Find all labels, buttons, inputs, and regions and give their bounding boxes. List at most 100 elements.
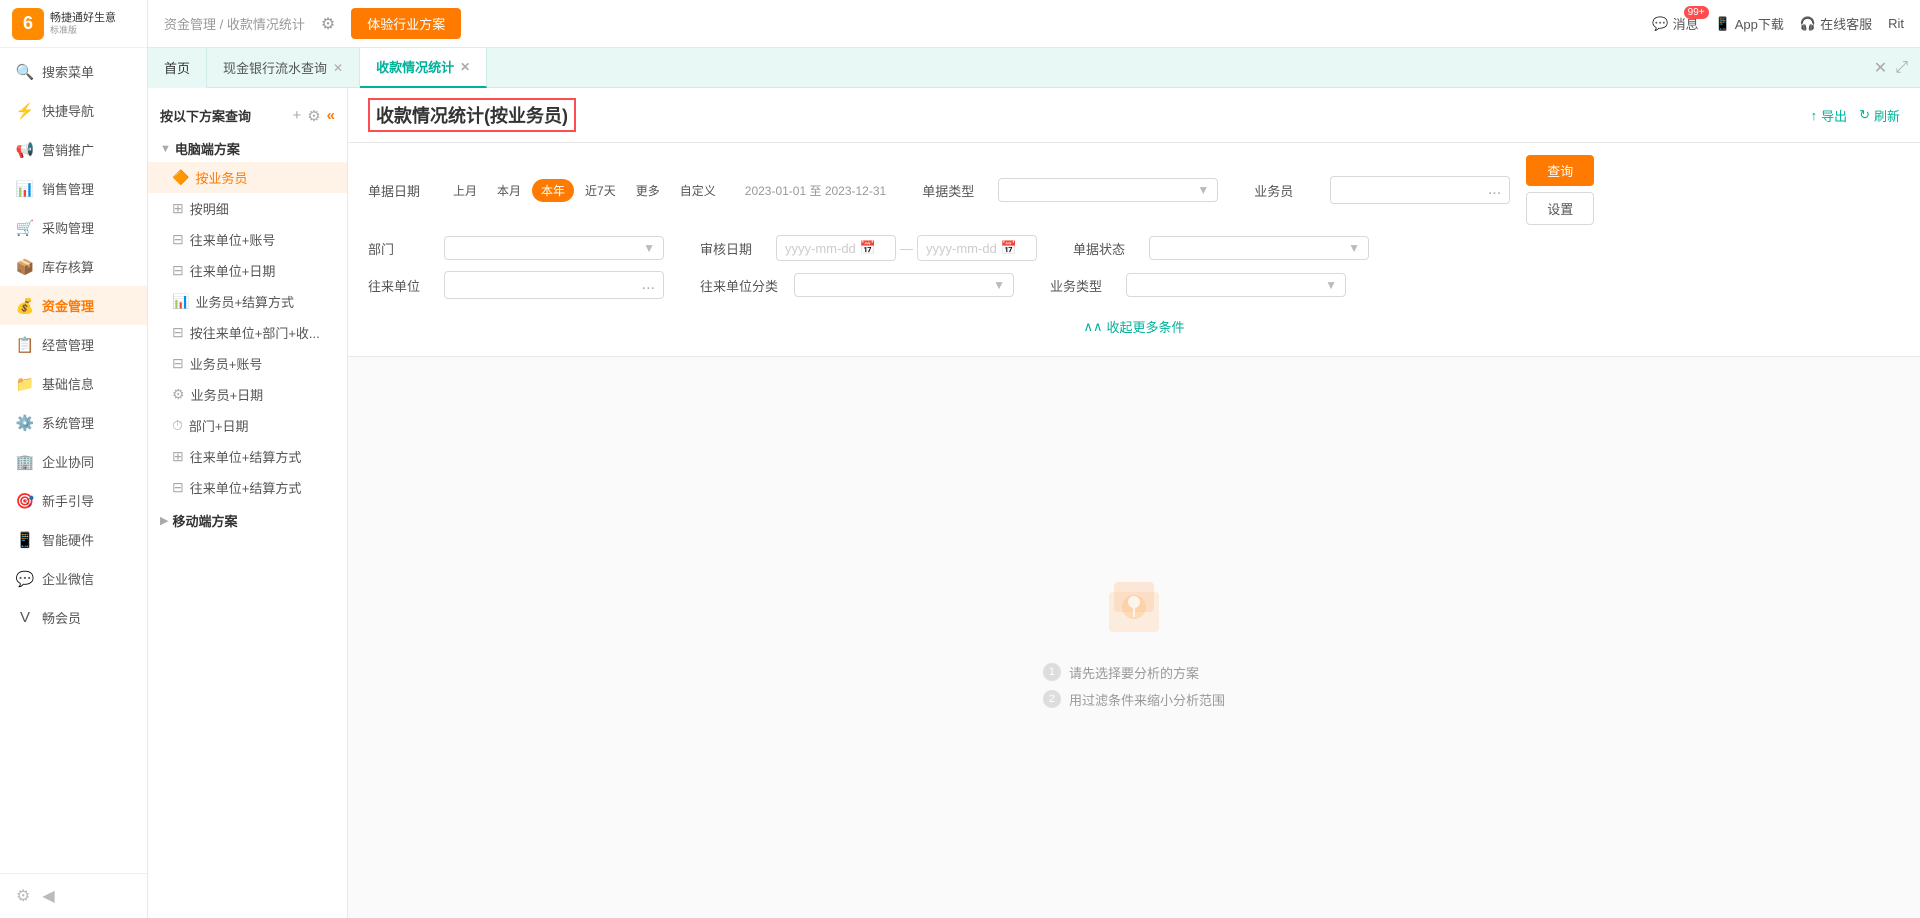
tab-bank-flow-close[interactable]: ✕ xyxy=(333,61,343,75)
filter-area: 单据日期 上月 本月 本年 近7天 更多 自定义 2023-01-01 至 20… xyxy=(348,143,1920,357)
review-date-end[interactable]: yyyy-mm-dd 📅 xyxy=(917,235,1037,261)
sidebar-item-system[interactable]: ⚙️系统管理 xyxy=(0,403,147,442)
export-btn[interactable]: ↑ 导出 xyxy=(1811,106,1848,125)
scheme-item-by-detail[interactable]: ⊞ 按明细 xyxy=(148,193,347,224)
sidebar-item-marketing[interactable]: 📢营销推广 xyxy=(0,130,147,169)
sidebar-item-guide[interactable]: 🎯新手引导 xyxy=(0,481,147,520)
add-scheme-icon[interactable]: + xyxy=(292,107,301,124)
scheme-item-sales-payment[interactable]: 📊 业务员+结算方式 xyxy=(148,286,347,317)
doc-type-select[interactable]: ▼ xyxy=(998,178,1218,202)
counterpart-select[interactable]: ... xyxy=(444,271,664,299)
collapse-sidebar-icon[interactable]: ◀ xyxy=(42,886,54,906)
sidebar-item-hardware[interactable]: 📱智能硬件 xyxy=(0,520,147,559)
sidebar-label-enterprise: 企业协同 xyxy=(42,452,94,471)
scheme-icon-unit-account: ⊟ xyxy=(172,231,184,248)
query-btn[interactable]: 查询 xyxy=(1526,155,1594,186)
tab-receipt-stats-close[interactable]: ✕ xyxy=(460,60,470,74)
filter-row-2: 部门 ▼ 审核日期 yyyy-mm-dd 📅 — yyyy-mm-dd xyxy=(368,235,1900,261)
gear-scheme-icon[interactable]: ⚙ xyxy=(307,107,320,125)
sidebar-label-purchase: 采购管理 xyxy=(42,218,94,237)
scheme-label-unit-payment1: 往来单位+结算方式 xyxy=(190,447,302,466)
page-actions: ↑ 导出 ↻ 刷新 xyxy=(1811,106,1900,125)
scheme-item-sales-account[interactable]: ⊟ 业务员+账号 xyxy=(148,348,347,379)
set-btn[interactable]: 设置 xyxy=(1526,192,1594,225)
doc-type-label: 单据类型 xyxy=(922,181,982,200)
scheme-item-dept-date[interactable]: ⏱ 部门+日期 xyxy=(148,410,347,441)
scheme-label-salesperson: 按业务员 xyxy=(195,168,247,187)
collapse-filter-btn[interactable]: ∧∧ 收起更多条件 xyxy=(1075,309,1192,344)
settings-bottom-icon[interactable]: ⚙ xyxy=(16,886,30,906)
breadcrumb: 资金管理 / 收款情况统计 xyxy=(164,14,305,33)
sidebar-item-operation[interactable]: 📋经营管理 xyxy=(0,325,147,364)
collapse-panel-icon[interactable]: « xyxy=(327,107,335,124)
sidebar-item-purchase[interactable]: 🛒采购管理 xyxy=(0,208,147,247)
sidebar-item-finance[interactable]: 💰资金管理 xyxy=(0,286,147,325)
empty-illustration xyxy=(1094,567,1174,647)
date-tabs: 上月 本月 本年 近7天 更多 自定义 xyxy=(444,179,725,202)
calendar-icon-end: 📅 xyxy=(1001,240,1017,256)
sidebar-item-search[interactable]: 🔍搜索菜单 xyxy=(0,52,147,91)
counterpart-more-icon[interactable]: ... xyxy=(642,276,655,294)
maximize-icon[interactable]: ⤢ xyxy=(1895,59,1908,77)
date-tab-last-month[interactable]: 上月 xyxy=(444,179,486,202)
date-tab-this-month[interactable]: 本月 xyxy=(488,179,530,202)
scheme-item-unit-dept-recv[interactable]: ⊟ 按往来单位+部门+收... xyxy=(148,317,347,348)
review-date-range: yyyy-mm-dd 📅 — yyyy-mm-dd 📅 xyxy=(776,235,1037,261)
date-tab-7days[interactable]: 近7天 xyxy=(576,179,625,202)
scheme-icon-unit-payment1: ⊞ xyxy=(172,448,184,465)
business-type-select[interactable]: ▼ xyxy=(1126,273,1346,297)
sidebar-item-sales[interactable]: 📊销售管理 xyxy=(0,169,147,208)
date-tab-more[interactable]: 更多 xyxy=(627,179,669,202)
sidebar-item-enterprise[interactable]: 🏢企业协同 xyxy=(0,442,147,481)
counterpart-category-select[interactable]: ▼ xyxy=(794,273,1014,297)
collapse-icon: ∧∧ xyxy=(1083,319,1102,335)
mobile-scheme-label: 移动端方案 xyxy=(172,511,237,530)
scheme-item-unit-payment2[interactable]: ⊟ 往来单位+结算方式 xyxy=(148,472,347,503)
dept-select[interactable]: ▼ xyxy=(444,236,664,260)
user-name[interactable]: Rit xyxy=(1888,16,1904,31)
sidebar-item-quick-nav[interactable]: ⚡快捷导航 xyxy=(0,91,147,130)
salesperson-select[interactable]: ... xyxy=(1330,176,1510,204)
scheme-item-unit-account[interactable]: ⊟ 往来单位+账号 xyxy=(148,224,347,255)
sidebar-label-wechat: 企业微信 xyxy=(42,569,94,588)
salesperson-more-icon[interactable]: ... xyxy=(1488,181,1501,199)
scheme-item-unit-date[interactable]: ⊟ 往来单位+日期 xyxy=(148,255,347,286)
scheme-item-unit-payment1[interactable]: ⊞ 往来单位+结算方式 xyxy=(148,441,347,472)
scheme-label-unit-payment2: 往来单位+结算方式 xyxy=(190,478,302,497)
sidebar-item-wechat[interactable]: 💬企业微信 xyxy=(0,559,147,598)
sidebar-icon-basic: 📁 xyxy=(16,375,34,393)
review-date-start[interactable]: yyyy-mm-dd 📅 xyxy=(776,235,896,261)
scheme-label-unit-date: 往来单位+日期 xyxy=(190,261,276,280)
date-tab-this-year[interactable]: 本年 xyxy=(532,179,574,202)
tab-bank-flow[interactable]: 现金银行流水查询 ✕ xyxy=(207,48,360,88)
scheme-item-sales-date[interactable]: ⚙ 业务员+日期 xyxy=(148,379,347,410)
sidebar-item-inventory[interactable]: 📦库存核算 xyxy=(0,247,147,286)
mobile-scheme-group-header[interactable]: ▶ 移动端方案 xyxy=(148,507,347,534)
doc-status-arrow: ▼ xyxy=(1348,241,1360,255)
sidebar-label-guide: 新手引导 xyxy=(42,491,94,510)
page-header: 收款情况统计(按业务员) ↑ 导出 ↻ 刷新 xyxy=(348,88,1920,143)
trial-btn[interactable]: 体验行业方案 xyxy=(351,8,461,39)
close-window-icon[interactable]: ✕ xyxy=(1874,58,1887,78)
scheme-icon-unit-dept-recv: ⊟ xyxy=(172,324,184,341)
message-btn[interactable]: 💬 消息 99+ xyxy=(1652,14,1698,33)
doc-status-select[interactable]: ▼ xyxy=(1149,236,1369,260)
empty-area: 1 请先选择要分析的方案 2 用过滤条件来缩小分析范围 xyxy=(348,357,1920,918)
scheme-icon-unit-payment2: ⊟ xyxy=(172,479,184,496)
scheme-item-by-salesperson[interactable]: 🔶 按业务员 xyxy=(148,162,347,193)
tabs-right-actions: ✕ ⤢ xyxy=(1862,58,1920,78)
scheme-label-unit-account: 往来单位+账号 xyxy=(190,230,276,249)
date-tab-custom[interactable]: 自定义 xyxy=(671,179,725,202)
online-service-btn[interactable]: 🎧 在线客服 xyxy=(1800,14,1872,33)
sidebar-icon-member: V xyxy=(16,609,34,627)
app-download-btn[interactable]: 📱 App下载 xyxy=(1715,14,1784,33)
tab-receipt-stats[interactable]: 收款情况统计 ✕ xyxy=(360,48,487,88)
desktop-scheme-group-header[interactable]: ▼ 电脑端方案 xyxy=(148,135,347,162)
sidebar-item-member[interactable]: V畅会员 xyxy=(0,598,147,637)
tab-home[interactable]: 首页 xyxy=(148,48,207,88)
filter-row-3: 往来单位 ... 往来单位分类 ▼ 业务类型 ▼ xyxy=(368,271,1900,299)
sidebar-item-basic[interactable]: 📁基础信息 xyxy=(0,364,147,403)
topbar-gear-icon[interactable]: ⚙ xyxy=(321,14,335,34)
scheme-icon-salesperson: 🔶 xyxy=(172,169,189,186)
refresh-btn[interactable]: ↻ 刷新 xyxy=(1859,106,1900,125)
